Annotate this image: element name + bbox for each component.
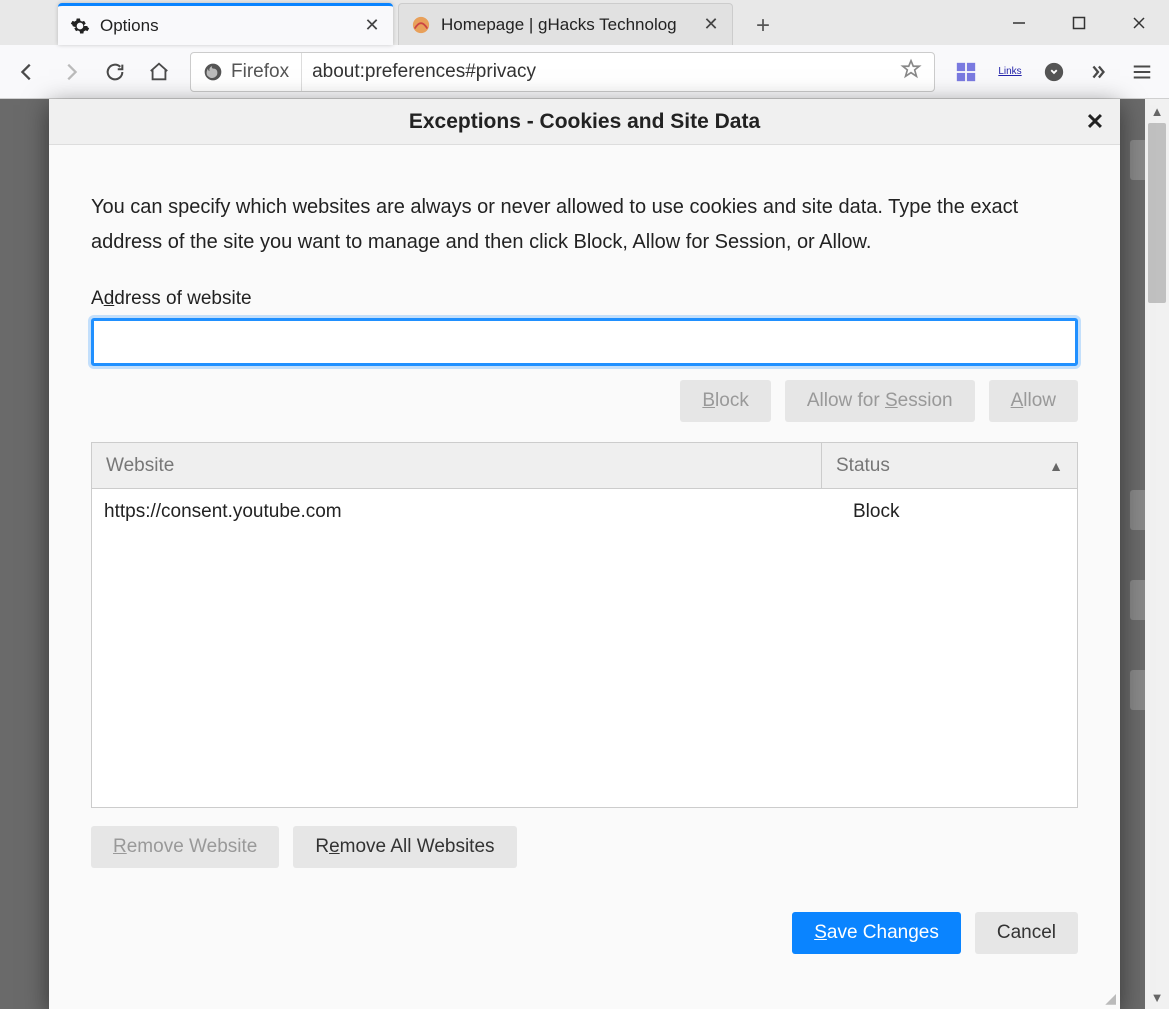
- overflow-icon[interactable]: [1079, 53, 1117, 91]
- address-input[interactable]: [91, 318, 1078, 366]
- remove-buttons: Remove Website Remove All Websites: [91, 826, 1078, 868]
- menu-button[interactable]: [1123, 53, 1161, 91]
- close-icon[interactable]: ✕: [363, 15, 381, 36]
- url-bar[interactable]: Firefox about:preferences#privacy: [190, 52, 935, 92]
- obscured-background-content: [1130, 140, 1145, 710]
- dialog-header: Exceptions - Cookies and Site Data ✕: [49, 99, 1120, 145]
- dialog-title: Exceptions - Cookies and Site Data: [409, 110, 760, 134]
- remove-website-button[interactable]: Remove Website: [91, 826, 279, 868]
- forward-button[interactable]: [52, 53, 90, 91]
- close-icon[interactable]: ✕: [702, 14, 720, 35]
- firefox-icon: [203, 62, 223, 82]
- cell-status: Block: [841, 501, 1077, 523]
- table-row[interactable]: https://consent.youtube.comBlock: [92, 489, 1077, 535]
- url-text[interactable]: about:preferences#privacy: [302, 61, 888, 83]
- allow-session-button[interactable]: Allow for Session: [785, 380, 975, 422]
- dialog-description: You can specify which websites are alway…: [91, 190, 1078, 260]
- scroll-thumb[interactable]: [1148, 123, 1166, 303]
- minimize-button[interactable]: [989, 0, 1049, 45]
- home-button[interactable]: [140, 53, 178, 91]
- remove-all-websites-button[interactable]: Remove All Websites: [293, 826, 516, 868]
- scroll-up-icon[interactable]: ▲: [1145, 99, 1169, 123]
- links-icon[interactable]: Links: [991, 53, 1029, 91]
- tab-title: Options: [100, 16, 353, 36]
- resize-grip-icon[interactable]: ◢: [1105, 990, 1116, 1007]
- gear-icon: [70, 16, 90, 36]
- sort-ascending-icon: ▲: [1049, 458, 1063, 474]
- permission-buttons: Block Allow for Session Allow: [91, 380, 1078, 422]
- window-controls: [989, 0, 1169, 45]
- cell-website: https://consent.youtube.com: [92, 501, 841, 523]
- maximize-button[interactable]: [1049, 0, 1109, 45]
- table-header: Website Status▲: [92, 443, 1077, 489]
- cancel-button[interactable]: Cancel: [975, 912, 1078, 954]
- col-status[interactable]: Status▲: [821, 443, 1077, 488]
- scroll-down-icon[interactable]: ▼: [1145, 985, 1169, 1009]
- dialog-footer: Save Changes Cancel: [91, 912, 1078, 954]
- pocket-icon[interactable]: [1035, 53, 1073, 91]
- bookmark-star-icon[interactable]: [888, 58, 934, 85]
- tab-title: Homepage | gHacks Technolog: [441, 15, 692, 35]
- address-label: Address of website: [91, 288, 1078, 310]
- col-website[interactable]: Website: [92, 443, 821, 488]
- tab-ghacks[interactable]: Homepage | gHacks Technolog ✕: [398, 3, 733, 45]
- dialog-body: You can specify which websites are alway…: [49, 145, 1120, 1009]
- toolbar: Firefox about:preferences#privacy Links: [0, 45, 1169, 99]
- allow-button[interactable]: Allow: [989, 380, 1078, 422]
- identity-text: Firefox: [231, 61, 289, 83]
- identity-box[interactable]: Firefox: [191, 53, 302, 91]
- table-body: https://consent.youtube.comBlock: [92, 489, 1077, 807]
- window-close-button[interactable]: [1109, 0, 1169, 45]
- reload-button[interactable]: [96, 53, 134, 91]
- exceptions-dialog: Exceptions - Cookies and Site Data ✕ You…: [49, 99, 1120, 1009]
- new-tab-button[interactable]: +: [743, 7, 783, 45]
- site-favicon: [411, 15, 431, 35]
- dialog-close-button[interactable]: ✕: [1082, 109, 1108, 135]
- back-button[interactable]: [8, 53, 46, 91]
- save-changes-button[interactable]: Save Changes: [792, 912, 961, 954]
- container-icon[interactable]: [947, 53, 985, 91]
- tab-options[interactable]: Options ✕: [58, 3, 393, 45]
- scroll-track[interactable]: [1145, 123, 1169, 985]
- exceptions-table: Website Status▲ https://consent.youtube.…: [91, 442, 1078, 808]
- page-scrollbar[interactable]: ▲ ▼: [1145, 99, 1169, 1009]
- block-button[interactable]: Block: [680, 380, 770, 422]
